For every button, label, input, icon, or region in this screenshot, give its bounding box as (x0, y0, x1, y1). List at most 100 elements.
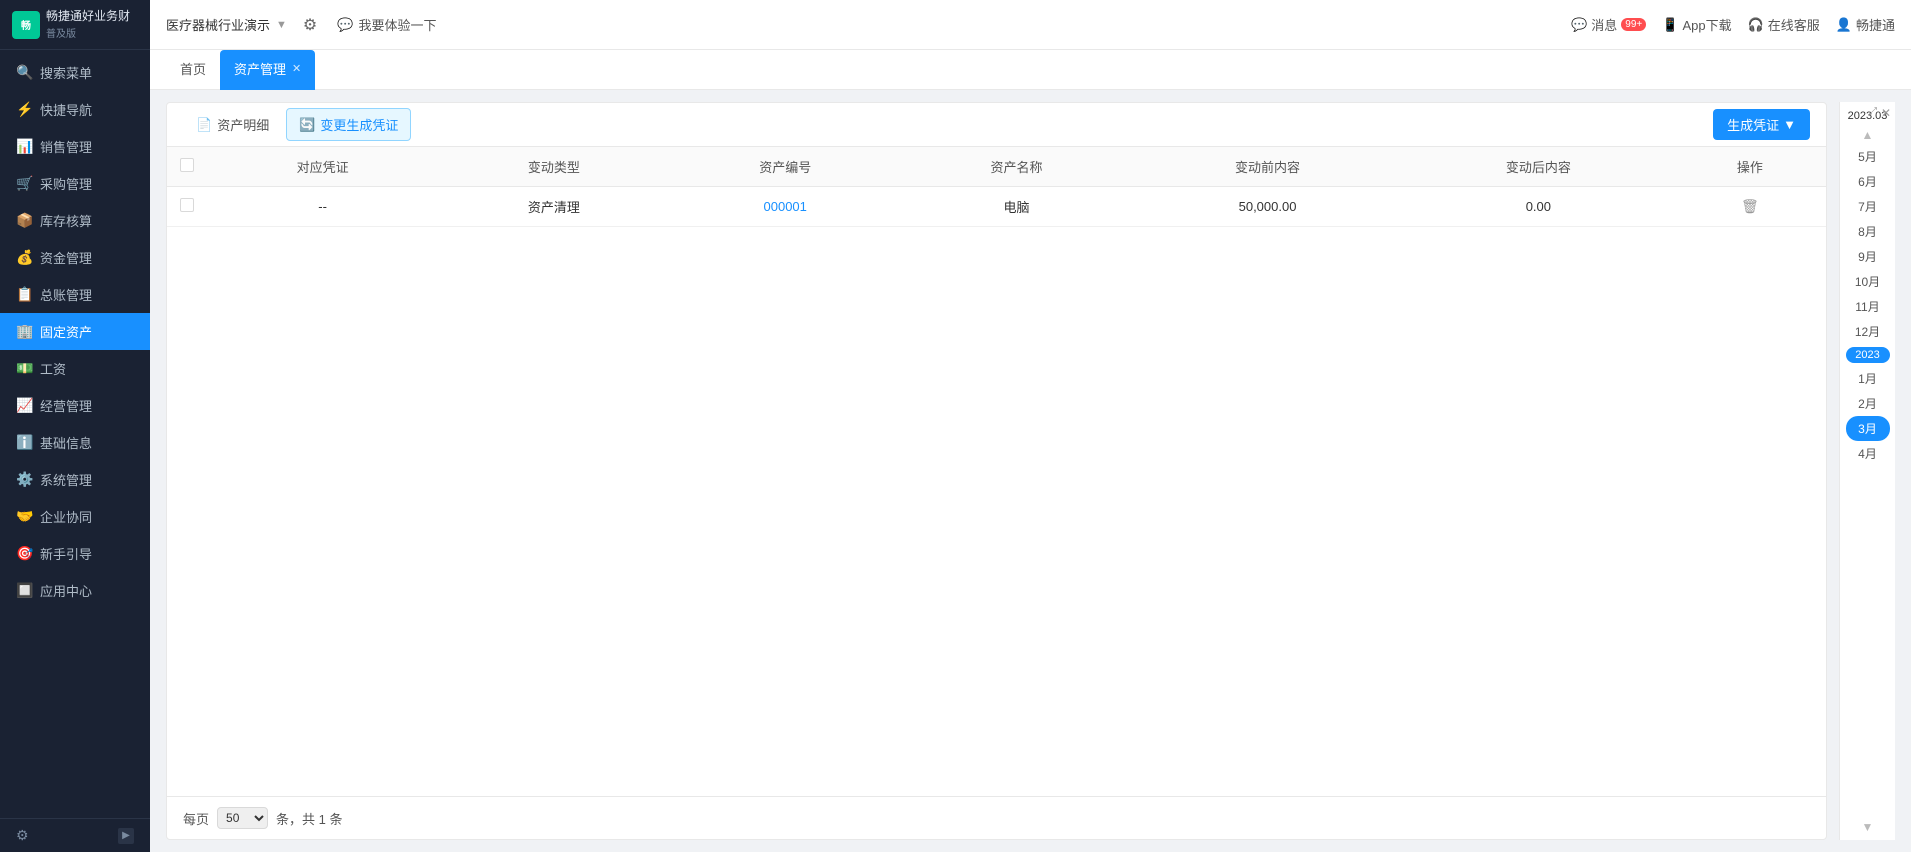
inventory-icon: 📦 (16, 212, 32, 229)
calendar-panel: ✕ ⤢ 2023.03 ▲ 5月 6月 7月 8月 9月 10月 11月 12月… (1839, 102, 1895, 840)
search-icon: 🔍 (16, 64, 32, 81)
ledger-icon: 📋 (16, 286, 32, 303)
cal-month-2023-1[interactable]: 1月 (1846, 366, 1890, 391)
calendar-scroll-down[interactable]: ▼ (1860, 818, 1876, 836)
sidebar-item-system[interactable]: ⚙️ 系统管理 (0, 461, 150, 498)
total-text: 条，共 1 条 (276, 809, 342, 828)
calendar-expand-icon[interactable]: ⤢ (1869, 106, 1877, 117)
app-edition: 普及版 (46, 25, 130, 40)
change-voucher-label: 变更生成凭证 (320, 115, 398, 134)
page-size-select[interactable]: 50 10 20 100 (217, 807, 268, 829)
topbar-settings-icon[interactable]: ⚙ (303, 15, 317, 35)
sidebar-item-enterprise[interactable]: 🤝 企业协同 (0, 498, 150, 535)
sidebar-item-inventory[interactable]: 📦 库存核算 (0, 202, 150, 239)
cal-month-2023-4[interactable]: 4月 (1846, 441, 1890, 466)
sidebar: 畅 畅捷通好业务财 普及版 🔍 搜索菜单 ⚡ 快捷导航 📊 销售管理 🛒 采购管… (0, 0, 150, 852)
user-menu[interactable]: 👤 畅捷通 (1836, 15, 1895, 34)
customer-service-button[interactable]: 🎧 在线客服 (1748, 15, 1820, 34)
message-badge: 99+ (1621, 18, 1646, 31)
feedback-button[interactable]: 💬 我要体验一下 (337, 15, 436, 34)
sidebar-header: 畅 畅捷通好业务财 普及版 (0, 0, 150, 50)
calendar-close-icon[interactable]: ✕ (1881, 106, 1891, 120)
company-dropdown-icon: ▼ (276, 19, 287, 31)
cal-month-2023-2[interactable]: 2月 (1846, 391, 1890, 416)
cal-month-7[interactable]: 7月 (1846, 194, 1890, 219)
page-content: 📄 资产明细 🔄 变更生成凭证 生成凭证 ▼ (150, 90, 1911, 852)
row-change-type: 资产清理 (438, 187, 669, 227)
app-title: 畅捷通好业务财 (46, 9, 130, 25)
row-checkbox-cell[interactable] (167, 187, 207, 227)
main-content: 医疗器械行业演示 ▼ ⚙ 💬 我要体验一下 💬 消息 99+ 📱 App下载 🎧… (150, 0, 1911, 852)
fixed-assets-icon: 🏢 (16, 323, 32, 340)
row-checkbox[interactable] (180, 198, 194, 212)
sidebar-item-purchase-label: 采购管理 (40, 174, 92, 193)
sidebar-item-purchase[interactable]: 🛒 采购管理 (0, 165, 150, 202)
asset-detail-label: 资产明细 (217, 115, 269, 134)
sidebar-item-app-center[interactable]: 🔲 应用中心 (0, 572, 150, 609)
settings-footer-icon[interactable]: ⚙ (16, 827, 29, 844)
feedback-label: 我要体验一下 (358, 15, 436, 34)
app-center-icon: 🔲 (16, 582, 32, 599)
data-table: 对应凭证 变动类型 资产编号 资产名称 变动前内容 变动后内容 操作 (167, 147, 1826, 227)
cal-month-2023-3[interactable]: 3月 (1846, 416, 1890, 441)
generate-voucher-button[interactable]: 生成凭证 ▼ (1713, 109, 1810, 140)
generate-label: 生成凭证 (1727, 115, 1779, 134)
app-download-label: App下载 (1682, 15, 1731, 34)
system-icon: ⚙️ (16, 471, 32, 488)
row-voucher: -- (207, 187, 438, 227)
customer-service-icon: 🎧 (1748, 17, 1764, 33)
sidebar-item-quick-nav[interactable]: ⚡ 快捷导航 (0, 91, 150, 128)
sidebar-item-search[interactable]: 🔍 搜索菜单 (0, 54, 150, 91)
change-voucher-icon: 🔄 (299, 117, 315, 133)
row-action-cell[interactable]: 🗑 (1674, 187, 1826, 227)
home-tab-label: 首页 (180, 59, 206, 78)
sidebar-item-capital[interactable]: 💰 资金管理 (0, 239, 150, 276)
tab-close-icon[interactable]: ✕ (292, 62, 301, 75)
salary-icon: 💵 (16, 360, 32, 377)
topbar-right: 💬 消息 99+ 📱 App下载 🎧 在线客服 👤 畅捷通 (1571, 15, 1895, 34)
sidebar-item-basic-info[interactable]: ℹ️ 基础信息 (0, 424, 150, 461)
cal-month-12[interactable]: 12月 (1846, 319, 1890, 344)
sidebar-item-inventory-label: 库存核算 (40, 211, 92, 230)
quick-nav-icon: ⚡ (16, 101, 32, 118)
sidebar-item-guide[interactable]: 🎯 新手引导 (0, 535, 150, 572)
row-asset-code[interactable]: 000001 (670, 187, 901, 227)
calendar-months: 5月 6月 7月 8月 9月 10月 11月 12月 2023 1月 2月 3月… (1840, 144, 1895, 818)
calendar-scroll-up[interactable]: ▲ (1860, 126, 1876, 144)
company-selector[interactable]: 医疗器械行业演示 ▼ (166, 15, 287, 34)
app-logo-icon: 畅 (12, 11, 40, 39)
header-checkbox[interactable] (180, 158, 194, 172)
sidebar-item-salary[interactable]: 💵 工资 (0, 350, 150, 387)
table-header-checkbox[interactable] (167, 147, 207, 187)
sub-tab-change-voucher[interactable]: 🔄 变更生成凭证 (286, 108, 411, 141)
tab-home[interactable]: 首页 (166, 50, 220, 90)
sidebar-footer: ⚙ ▶ (0, 818, 150, 852)
cal-month-5[interactable]: 5月 (1846, 144, 1890, 169)
cal-year-2023[interactable]: 2023 (1846, 347, 1890, 363)
sidebar-item-operation-label: 经营管理 (40, 396, 92, 415)
cal-month-9[interactable]: 9月 (1846, 244, 1890, 269)
basic-info-icon: ℹ️ (16, 434, 32, 451)
sidebar-item-ledger[interactable]: 📋 总账管理 (0, 276, 150, 313)
sidebar-nav: 🔍 搜索菜单 ⚡ 快捷导航 📊 销售管理 🛒 采购管理 📦 库存核算 💰 资金管… (0, 50, 150, 818)
sidebar-item-operation[interactable]: 📈 经营管理 (0, 387, 150, 424)
row-asset-name: 电脑 (901, 187, 1132, 227)
cal-month-8[interactable]: 8月 (1846, 219, 1890, 244)
sidebar-collapse-btn[interactable]: ▶ (118, 828, 134, 844)
delete-icon[interactable]: 🗑 (1741, 198, 1759, 214)
col-change-type: 变动类型 (438, 147, 669, 187)
app-download-button[interactable]: 📱 App下载 (1662, 15, 1731, 34)
sidebar-item-sales[interactable]: 📊 销售管理 (0, 128, 150, 165)
message-button[interactable]: 💬 消息 99+ (1571, 15, 1646, 34)
sidebar-item-basic-info-label: 基础信息 (40, 433, 92, 452)
sales-icon: 📊 (16, 138, 32, 155)
cal-month-11[interactable]: 11月 (1846, 294, 1890, 319)
cal-month-10[interactable]: 10月 (1846, 269, 1890, 294)
sidebar-item-sales-label: 销售管理 (40, 137, 92, 156)
tab-asset-management[interactable]: 资产管理 ✕ (220, 50, 315, 90)
capital-icon: 💰 (16, 249, 32, 266)
user-name: 畅捷通 (1856, 15, 1895, 34)
sidebar-item-fixed-assets[interactable]: 🏢 固定资产 (0, 313, 150, 350)
cal-month-6[interactable]: 6月 (1846, 169, 1890, 194)
sub-tab-asset-detail[interactable]: 📄 资产明细 (183, 108, 282, 141)
